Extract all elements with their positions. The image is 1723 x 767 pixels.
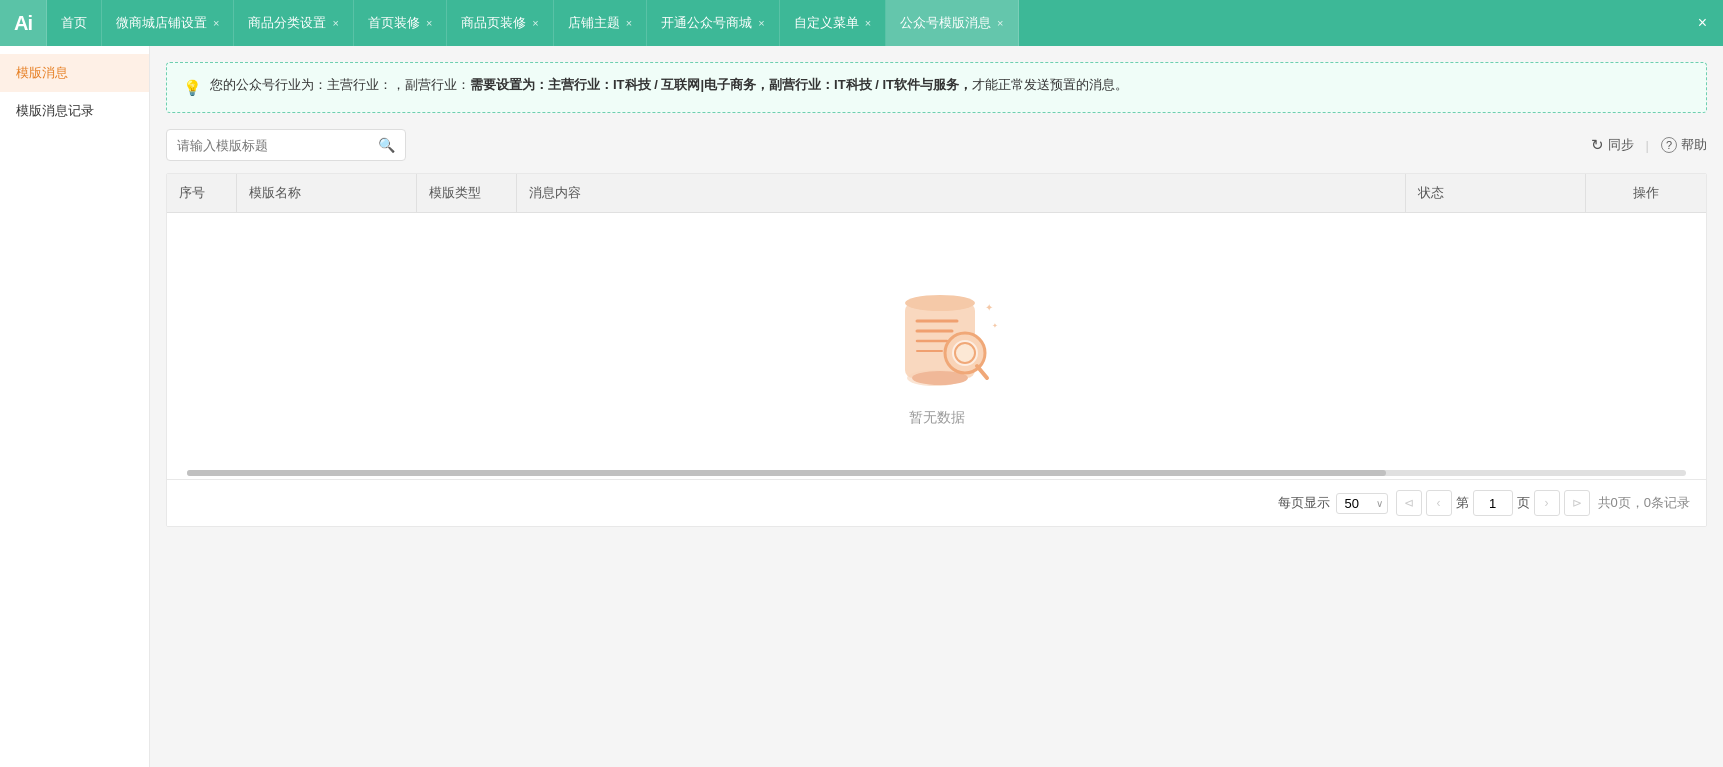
nav-tab-shop-theme[interactable]: 店铺主题 × (554, 0, 647, 46)
pagination: 每页显示 50 10 20 100 ⊲ (167, 479, 1706, 526)
prev-page-button[interactable]: ‹ (1426, 490, 1452, 516)
notice-icon: 💡 (183, 76, 202, 100)
svg-line-11 (977, 366, 987, 378)
sync-icon: ↻ (1591, 136, 1604, 154)
page-label: 第 (1456, 494, 1469, 512)
close-tab-shop-theme[interactable]: × (626, 17, 632, 29)
search-button[interactable]: 🔍 (378, 137, 395, 153)
page-nav: ⊲ ‹ 第 页 › ⊳ (1396, 490, 1590, 516)
data-table: 序号 模版名称 模版类型 消息内容 状态 操作 (166, 173, 1707, 527)
empty-state: ✦ ✦ 暂无数据 (167, 213, 1706, 467)
page-size-selector[interactable]: 50 10 20 100 (1336, 493, 1388, 514)
total-info: 共0页，0条记录 (1598, 494, 1690, 512)
nav-tab-custom-menu[interactable]: 自定义菜单 × (780, 0, 886, 46)
th-type: 模版类型 (417, 174, 517, 212)
close-tab-product-decor[interactable]: × (532, 17, 538, 29)
sidebar-item-template-msg[interactable]: 模版消息 (0, 54, 149, 92)
th-seq: 序号 (167, 174, 237, 212)
nav-tab-homepage-decor[interactable]: 首页装修 × (354, 0, 447, 46)
search-bar: 🔍 ↻ 同步 | ? 帮助 (166, 129, 1707, 161)
help-button[interactable]: ? 帮助 (1661, 136, 1707, 154)
toolbar-divider: | (1646, 138, 1649, 153)
sidebar: 模版消息 模版消息记录 (0, 46, 150, 767)
close-tab-template-msg[interactable]: × (997, 17, 1003, 29)
notice-banner: 💡 您的公众号行业为：主营行业：，副营行业：需要设置为：主营行业：IT科技 / … (166, 62, 1707, 113)
close-all-tabs-button[interactable]: × (1682, 0, 1723, 46)
close-tab-category[interactable]: × (332, 17, 338, 29)
close-tab-wechat-shop[interactable]: × (213, 17, 219, 29)
nav-tab-template-msg[interactable]: 公众号模版消息 × (886, 0, 1018, 46)
last-page-button[interactable]: ⊳ (1564, 490, 1590, 516)
next-page-icon: › (1545, 496, 1549, 510)
search-input[interactable] (177, 138, 372, 153)
notice-text: 您的公众号行业为：主营行业：，副营行业：需要设置为：主营行业：IT科技 / 互联… (210, 75, 1128, 96)
empty-text: 暂无数据 (909, 409, 965, 427)
nav-tab-open-mall[interactable]: 开通公众号商城 × (647, 0, 779, 46)
content-area: 💡 您的公众号行业为：主营行业：，副营行业：需要设置为：主营行业：IT科技 / … (150, 46, 1723, 767)
table-header: 序号 模版名称 模版类型 消息内容 状态 操作 (167, 174, 1706, 213)
sync-button[interactable]: ↻ 同步 (1591, 136, 1634, 154)
nav-logo[interactable]: Ai (0, 0, 47, 46)
first-page-button[interactable]: ⊲ (1396, 490, 1422, 516)
page-input[interactable] (1473, 490, 1513, 516)
close-tab-homepage-decor[interactable]: × (426, 17, 432, 29)
prev-page-icon: ‹ (1437, 496, 1441, 510)
scrollbar-thumb[interactable] (187, 470, 1386, 476)
search-input-wrap[interactable]: 🔍 (166, 129, 406, 161)
next-page-button[interactable]: › (1534, 490, 1560, 516)
scrollbar-track (187, 470, 1686, 476)
page-size-select: 每页显示 50 10 20 100 (1278, 493, 1388, 514)
top-nav: Ai 首页 微商城店铺设置 × 商品分类设置 × 首页装修 × 商品页装修 × … (0, 0, 1723, 46)
th-action: 操作 (1586, 174, 1706, 212)
nav-tab-product-decor[interactable]: 商品页装修 × (447, 0, 553, 46)
th-status: 状态 (1406, 174, 1586, 212)
last-page-icon: ⊳ (1572, 496, 1582, 510)
close-tab-open-mall[interactable]: × (758, 17, 764, 29)
help-icon: ? (1661, 137, 1677, 153)
first-page-icon: ⊲ (1404, 496, 1414, 510)
svg-text:✦: ✦ (985, 302, 993, 313)
empty-illustration: ✦ ✦ (877, 273, 997, 393)
svg-point-10 (955, 343, 975, 363)
page-suffix: 页 (1517, 494, 1530, 512)
th-content: 消息内容 (517, 174, 1406, 212)
nav-tab-home[interactable]: 首页 (47, 0, 102, 46)
toolbar-right: ↻ 同步 | ? 帮助 (1591, 136, 1707, 154)
page-size-label: 每页显示 (1278, 494, 1330, 512)
close-tab-custom-menu[interactable]: × (865, 17, 871, 29)
page-size-selector-wrap: 50 10 20 100 (1336, 493, 1388, 514)
nav-tab-category[interactable]: 商品分类设置 × (234, 0, 353, 46)
horizontal-scrollbar[interactable] (167, 467, 1706, 479)
svg-text:✦: ✦ (992, 322, 998, 329)
sidebar-item-template-msg-log[interactable]: 模版消息记录 (0, 92, 149, 130)
th-name: 模版名称 (237, 174, 417, 212)
nav-tab-wechat-shop[interactable]: 微商城店铺设置 × (102, 0, 234, 46)
main-layout: 模版消息 模版消息记录 💡 您的公众号行业为：主营行业：，副营行业：需要设置为：… (0, 46, 1723, 767)
svg-point-2 (905, 295, 975, 311)
